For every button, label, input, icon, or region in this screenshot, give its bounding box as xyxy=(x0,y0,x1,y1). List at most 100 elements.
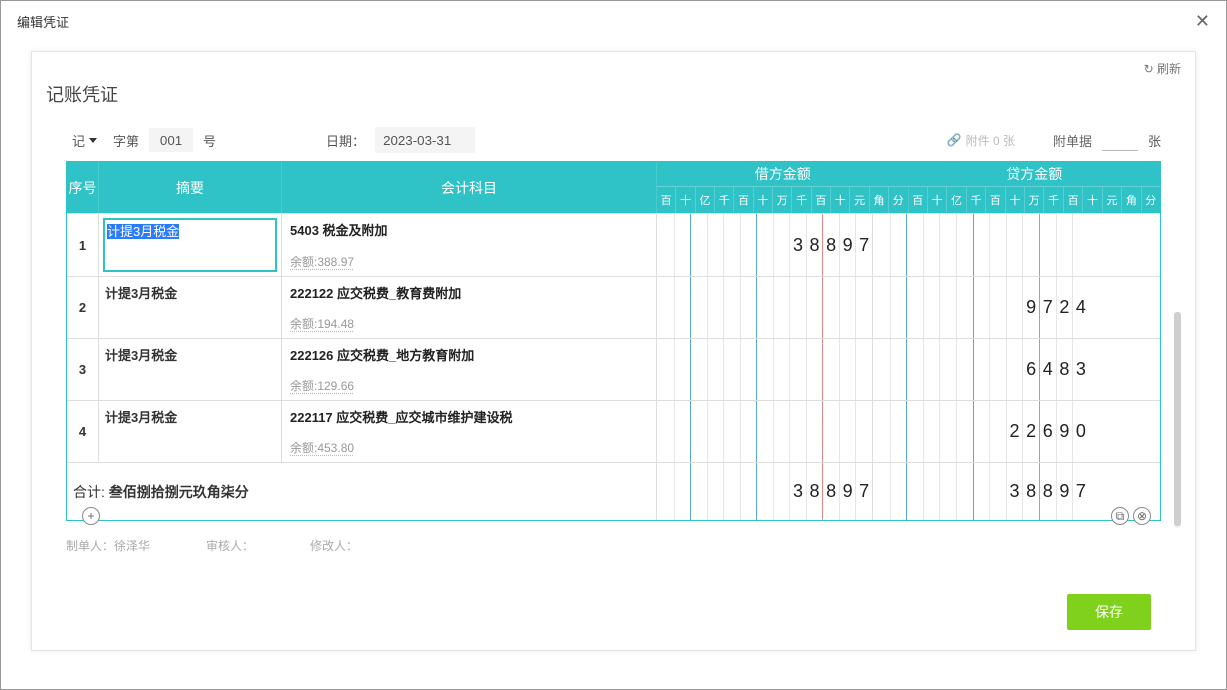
credit-cell[interactable]: 6483 xyxy=(873,339,1089,400)
credit-cell[interactable] xyxy=(873,214,1089,276)
col-subject: 会计科目 xyxy=(282,162,657,213)
debit-cell[interactable] xyxy=(657,277,873,338)
amount-digit xyxy=(839,401,856,462)
attachment-link[interactable]: 🔗 附件 0 张 xyxy=(947,132,1015,149)
amount-digit xyxy=(707,339,724,400)
amount-digit xyxy=(773,277,790,338)
amount-digit xyxy=(789,401,806,462)
summary-text[interactable]: 计提3月税金 xyxy=(103,405,277,426)
attach-doc-count-input[interactable] xyxy=(1102,129,1138,151)
voucher-type-select[interactable]: 记 xyxy=(66,127,103,154)
amount-digit xyxy=(973,277,990,338)
amount-digit xyxy=(690,339,707,400)
amount-digit xyxy=(674,401,691,462)
table-row: 2 计提3月税金 222122 应交税费_教育费附加 余额:194.48 972… xyxy=(67,276,1160,338)
maker-label: 制单人： xyxy=(66,539,114,553)
amount-digit xyxy=(873,401,890,462)
voucher-number-input[interactable] xyxy=(149,128,193,152)
add-row-button[interactable]: + xyxy=(82,507,100,525)
refresh-label: 刷新 xyxy=(1157,62,1181,76)
row-seq: 4 xyxy=(67,401,99,462)
close-icon[interactable]: ✕ xyxy=(1195,11,1210,32)
date-input[interactable] xyxy=(375,127,475,153)
subject-title: 5403 税金及附加 xyxy=(290,220,648,239)
amount-digit xyxy=(989,339,1006,400)
digit-header: 百 xyxy=(811,187,830,213)
modal-title: 编辑凭证 xyxy=(17,12,69,31)
subject-title: 222126 应交税费_地方教育附加 xyxy=(290,345,648,364)
amount-digit xyxy=(756,401,773,462)
subject-balance: 余额:453.80 xyxy=(290,439,648,456)
amount-digit xyxy=(789,277,806,338)
amount-digit xyxy=(890,463,907,520)
subject-cell[interactable]: 222126 应交税费_地方教育附加 余额:129.66 xyxy=(282,339,657,400)
copy-row-button[interactable]: ⧉ xyxy=(1111,507,1129,525)
amount-digit xyxy=(756,463,773,520)
refresh-icon: ↻ xyxy=(1144,62,1154,76)
amount-digit xyxy=(822,339,839,400)
date-label: 日期： xyxy=(326,131,365,150)
summary-input[interactable]: 计提3月税金 xyxy=(103,218,277,272)
digit-header: 十 xyxy=(675,187,694,213)
amount-digit xyxy=(1006,277,1023,338)
subject-cell[interactable]: 222122 应交税费_教育费附加 余额:194.48 xyxy=(282,277,657,338)
total-credit: 38897 xyxy=(873,463,1089,520)
digit-header: 千 xyxy=(1043,187,1062,213)
amount-digit xyxy=(973,401,990,462)
digit-header: 千 xyxy=(966,187,985,213)
amount-digit xyxy=(723,277,740,338)
subject-cell[interactable]: 222117 应交税费_应交城市维护建设税 余额:453.80 xyxy=(282,401,657,462)
subject-cell[interactable]: 5403 税金及附加 余额:388.97 xyxy=(282,214,657,276)
amount-digit: 9 xyxy=(1056,463,1073,520)
amount-digit: 9 xyxy=(839,214,856,276)
col-debit: 借方金额 xyxy=(657,162,909,187)
amount-digit: 8 xyxy=(822,214,839,276)
amount-digit: 8 xyxy=(1039,463,1056,520)
scrollbar-thumb[interactable] xyxy=(1174,312,1181,526)
digit-header: 十 xyxy=(1005,187,1024,213)
digit-header: 百 xyxy=(1063,187,1082,213)
table-row: 3 计提3月税金 222126 应交税费_地方教育附加 余额:129.66 64… xyxy=(67,338,1160,400)
debit-cell[interactable]: 38897 xyxy=(657,214,873,276)
amount-digit xyxy=(956,401,973,462)
credit-cell[interactable]: 22690 xyxy=(873,401,1089,462)
col-summary: 摘要 xyxy=(99,162,282,213)
refresh-button[interactable]: ↻ 刷新 xyxy=(1144,60,1181,77)
amount-digit: 9 xyxy=(1022,277,1039,338)
scrollbar-track[interactable] xyxy=(1174,312,1181,528)
summary-text[interactable]: 计提3月税金 xyxy=(103,343,277,364)
credit-cell[interactable]: 9724 xyxy=(873,277,1089,338)
amount-digit xyxy=(989,401,1006,462)
amount-digit xyxy=(657,339,674,400)
amount-digit xyxy=(873,277,890,338)
amount-digit xyxy=(923,401,940,462)
chevron-down-icon xyxy=(89,138,97,143)
table-row: 4 计提3月税金 222117 应交税费_应交城市维护建设税 余额:453.80… xyxy=(67,400,1160,462)
amount-digit xyxy=(839,339,856,400)
amount-digit xyxy=(956,277,973,338)
amount-digit xyxy=(822,277,839,338)
auditor-label: 审核人： xyxy=(206,539,254,553)
amount-digit xyxy=(1056,214,1073,276)
amount-digit xyxy=(989,463,1006,520)
amount-digit: 2 xyxy=(1022,401,1039,462)
debit-cell[interactable] xyxy=(657,401,873,462)
save-button[interactable]: 保存 xyxy=(1067,594,1151,630)
delete-row-button[interactable]: ⊗ xyxy=(1133,507,1151,525)
amount-digit xyxy=(973,339,990,400)
digit-header: 万 xyxy=(772,187,791,213)
digit-header: 十 xyxy=(753,187,772,213)
amount-digit xyxy=(773,339,790,400)
summary-text[interactable]: 计提3月税金 xyxy=(103,281,277,302)
row-seq: 3 xyxy=(67,339,99,400)
amount-digit: 8 xyxy=(1056,339,1073,400)
amount-digit xyxy=(939,277,956,338)
debit-cell[interactable] xyxy=(657,339,873,400)
amount-digit: 7 xyxy=(1072,463,1089,520)
voucher-type-value: 记 xyxy=(72,131,85,150)
amount-digit xyxy=(906,401,923,462)
digit-header: 分 xyxy=(888,187,907,213)
amount-digit xyxy=(1072,214,1089,276)
amount-digit xyxy=(890,277,907,338)
label-zhang: 张 xyxy=(1148,131,1161,150)
